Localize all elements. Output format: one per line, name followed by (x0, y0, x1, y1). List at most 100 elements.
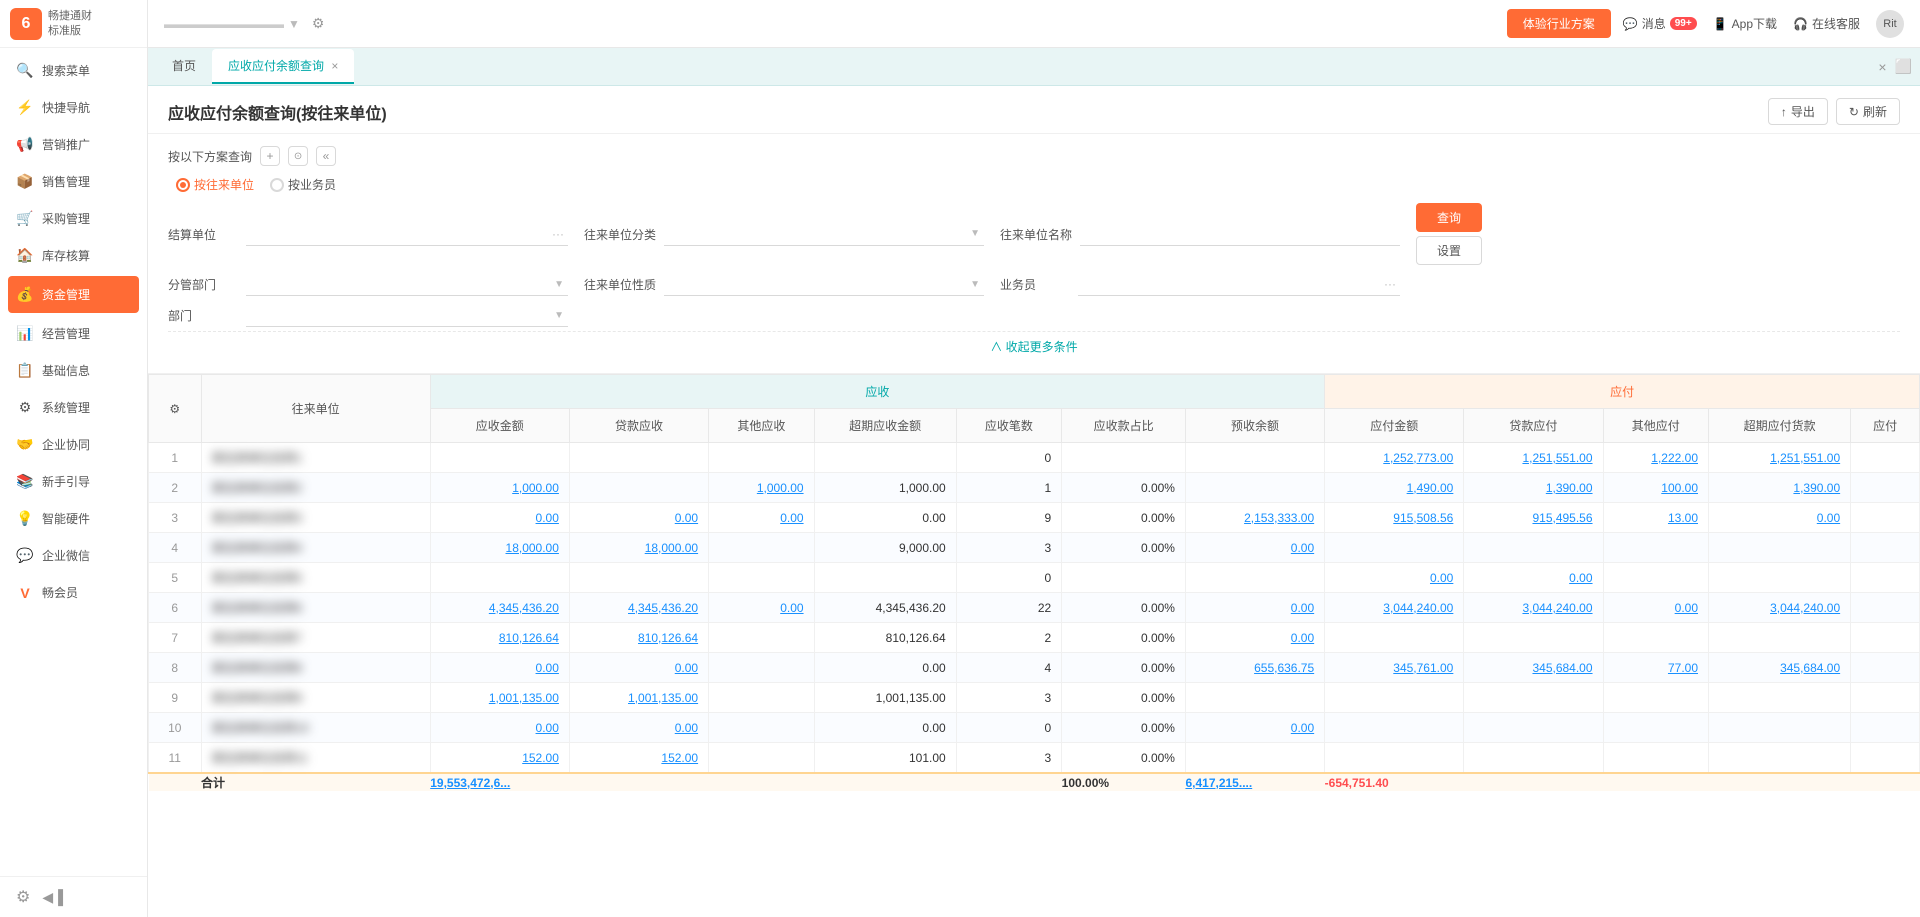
table-cell[interactable]: 18,000.00 (430, 533, 569, 563)
table-cell[interactable] (1603, 713, 1708, 743)
filter-wanglai-fenlei-select[interactable]: ▼ (664, 223, 984, 246)
filter-collapse-btn[interactable]: « (316, 146, 336, 166)
table-cell[interactable]: 0.00 (709, 503, 814, 533)
table-cell[interactable] (1709, 683, 1851, 713)
xingzhi-dropdown[interactable] (664, 273, 984, 295)
sidebar-item-operation[interactable]: 📊 经营管理 (0, 315, 147, 352)
table-cell[interactable] (1325, 533, 1464, 563)
table-cell[interactable]: 0.00 (1185, 623, 1324, 653)
table-cell[interactable] (1709, 713, 1851, 743)
table-cell[interactable]: 0.00 (430, 503, 569, 533)
table-cell[interactable] (709, 623, 814, 653)
table-cell[interactable] (1185, 473, 1324, 503)
scheme-partner[interactable]: 按往来单位 (176, 176, 254, 193)
table-cell[interactable]: 152.00 (430, 743, 569, 774)
table-cell[interactable]: 0.00 (569, 503, 708, 533)
filter-bumen-select[interactable]: ▼ (246, 304, 568, 327)
table-cell[interactable]: 1,001,135.00 (569, 683, 708, 713)
table-cell[interactable]: 0.00 (430, 713, 569, 743)
wanglai-name-input-field[interactable] (1080, 223, 1400, 245)
table-cell[interactable] (1709, 533, 1851, 563)
footer-yingshou[interactable]: 19,553,472,6... (430, 773, 569, 791)
sidebar-item-wechat[interactable]: 💬 企业微信 (0, 537, 147, 574)
table-cell[interactable]: 345,684.00 (1464, 653, 1603, 683)
app-download-item[interactable]: 📱 App下载 (1713, 15, 1777, 32)
table-cell[interactable] (1709, 743, 1851, 774)
table-cell[interactable] (1603, 743, 1708, 774)
table-cell[interactable]: 3,044,240.00 (1464, 593, 1603, 623)
table-cell[interactable]: 0.00 (1603, 593, 1708, 623)
online-service-item[interactable]: 🎧 在线客服 (1793, 15, 1860, 32)
table-cell[interactable]: 915,495.56 (1464, 503, 1603, 533)
tab-close-icon[interactable]: × (331, 59, 338, 73)
sidebar-item-hardware[interactable]: 💡 智能硬件 (0, 500, 147, 537)
filter-jiesuan-input[interactable]: ··· (246, 223, 568, 246)
table-cell[interactable] (709, 443, 814, 473)
filter-target-button[interactable]: ⊙ (288, 146, 308, 166)
table-cell[interactable] (709, 713, 814, 743)
filter-wanglai-name-input[interactable] (1080, 223, 1400, 246)
sidebar-item-search[interactable]: 🔍 搜索菜单 (0, 52, 147, 89)
table-cell[interactable]: 1,251,551.00 (1709, 443, 1851, 473)
table-cell[interactable]: 0.00 (709, 593, 814, 623)
table-cell[interactable]: 0.00 (569, 713, 708, 743)
table-cell[interactable] (1464, 713, 1603, 743)
table-cell[interactable] (1325, 683, 1464, 713)
table-cell[interactable]: 0.00 (569, 653, 708, 683)
scheme-salesperson[interactable]: 按业务员 (270, 176, 336, 193)
table-cell[interactable]: 1,490.00 (1325, 473, 1464, 503)
table-cell[interactable]: 345,761.00 (1325, 653, 1464, 683)
table-cell[interactable]: 152.00 (569, 743, 708, 774)
filter-yewuyuan-input[interactable]: ··· (1078, 273, 1400, 296)
collapse-more-button[interactable]: ∧ 收起更多条件 (168, 331, 1900, 361)
table-cell[interactable]: 2,153,333.00 (1185, 503, 1324, 533)
messages-item[interactable]: 💬 消息 99+ (1623, 15, 1697, 32)
table-cell[interactable]: 1,000.00 (709, 473, 814, 503)
table-cell[interactable]: 1,390.00 (1464, 473, 1603, 503)
table-cell[interactable] (1325, 623, 1464, 653)
table-cell[interactable]: 655,636.75 (1185, 653, 1324, 683)
table-cell[interactable]: 13.00 (1603, 503, 1708, 533)
settings-icon[interactable]: ⚙ (16, 887, 30, 907)
table-cell[interactable] (1325, 743, 1464, 774)
table-settings-icon[interactable]: ⚙ (169, 402, 180, 416)
user-avatar[interactable]: Rit (1876, 10, 1904, 38)
table-cell[interactable] (1185, 743, 1324, 774)
table-cell[interactable]: 0.00 (430, 653, 569, 683)
tab-receivables[interactable]: 应收应付余额查询 × (212, 49, 354, 84)
footer-prepay[interactable]: 6,417,215.... (1185, 773, 1324, 791)
sidebar-item-guide[interactable]: 📚 新手引导 (0, 463, 147, 500)
table-cell[interactable] (1325, 713, 1464, 743)
table-cell[interactable] (1185, 563, 1324, 593)
sidebar-item-basic[interactable]: 📋 基础信息 (0, 352, 147, 389)
table-cell[interactable] (1709, 623, 1851, 653)
sidebar-item-finance[interactable]: 💰 资金管理 (8, 276, 139, 313)
collapse-icon[interactable]: ◀▐ (42, 889, 63, 906)
table-cell[interactable]: 3,044,240.00 (1325, 593, 1464, 623)
table-cell[interactable] (1185, 683, 1324, 713)
table-cell[interactable] (1603, 683, 1708, 713)
bumen-dropdown[interactable] (246, 304, 568, 326)
table-cell[interactable]: 0.00 (1185, 593, 1324, 623)
table-cell[interactable]: 0.00 (1464, 563, 1603, 593)
table-cell[interactable]: 0.00 (1185, 713, 1324, 743)
refresh-button[interactable]: ↻ 刷新 (1836, 98, 1900, 125)
table-cell[interactable] (1464, 683, 1603, 713)
filter-xingzhi-select[interactable]: ▼ (664, 273, 984, 296)
close-window-icon[interactable]: × (1878, 59, 1886, 75)
table-cell[interactable]: 18,000.00 (569, 533, 708, 563)
table-cell[interactable] (430, 443, 569, 473)
table-cell[interactable] (569, 563, 708, 593)
table-cell[interactable] (1464, 743, 1603, 774)
sidebar-item-vip[interactable]: V 畅会员 (0, 574, 147, 611)
sidebar-item-system[interactable]: ⚙ 系统管理 (0, 389, 147, 426)
breadcrumb-dropdown-icon[interactable]: ▼ (288, 17, 300, 31)
sidebar-item-enterprise[interactable]: 🤝 企业协同 (0, 426, 147, 463)
fenguan-dropdown[interactable] (246, 273, 568, 295)
table-cell[interactable]: 77.00 (1603, 653, 1708, 683)
table-cell[interactable] (569, 473, 708, 503)
table-cell[interactable] (709, 743, 814, 774)
table-cell[interactable]: 345,684.00 (1709, 653, 1851, 683)
maximize-window-icon[interactable]: ⬜ (1895, 58, 1912, 75)
table-cell[interactable]: 0.00 (1325, 563, 1464, 593)
